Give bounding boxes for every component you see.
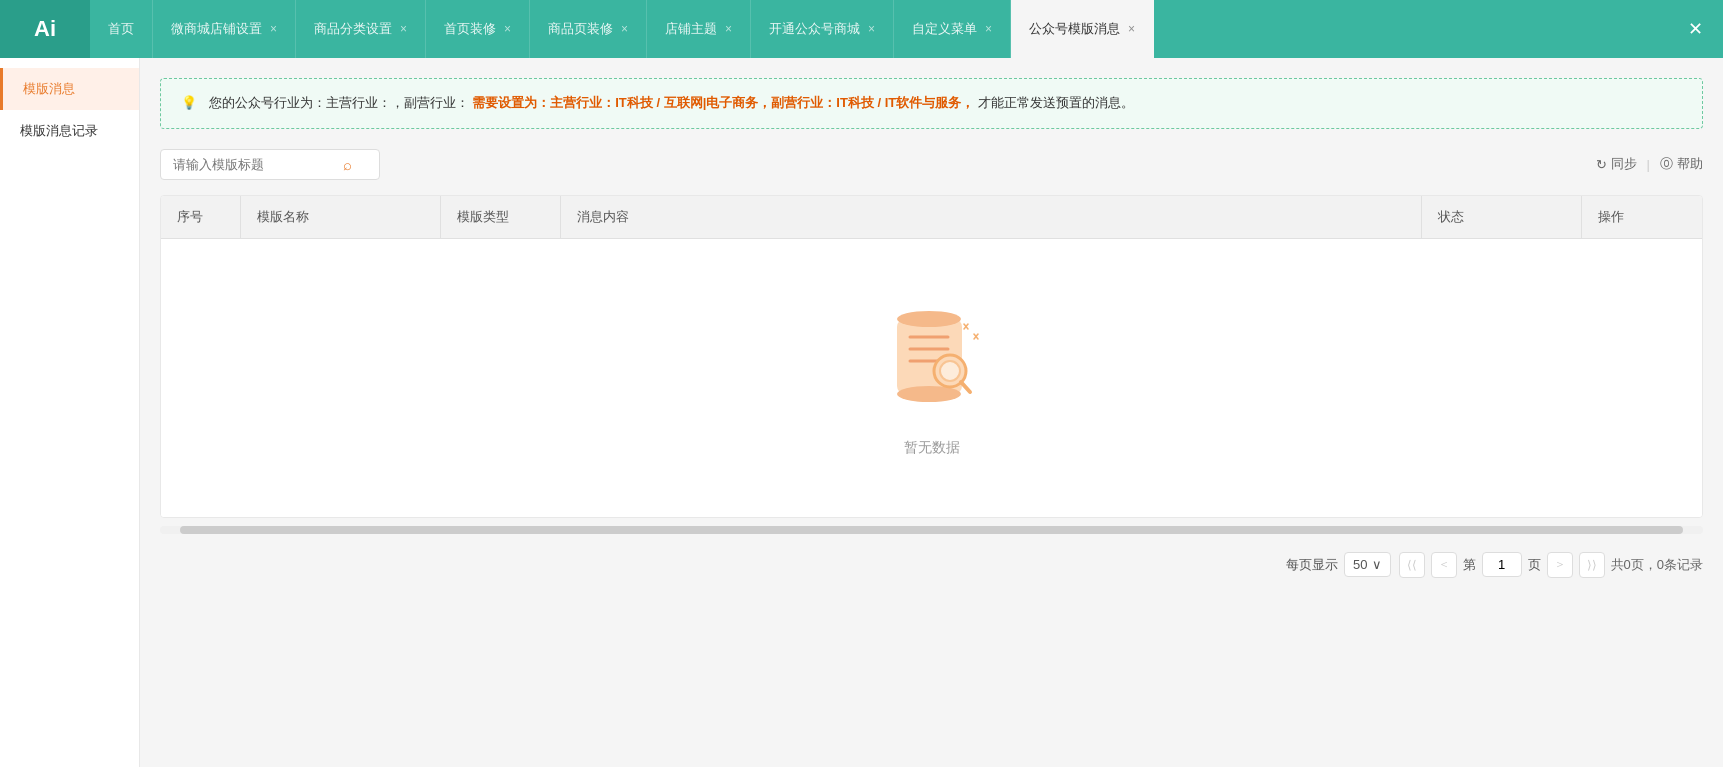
sidebar: 模版消息模版消息记录 [0,58,140,767]
sync-label: 同步 [1611,155,1637,173]
search-icon[interactable]: ⌕ [343,156,352,173]
empty-text: 暂无数据 [904,439,960,457]
empty-state: 暂无数据 [161,239,1702,517]
notice-box: 💡 您的公众号行业为：主营行业：，副营行业： 需要设置为：主营行业：IT科技 /… [160,78,1703,129]
nav-tab-close-custom-menu[interactable]: × [985,22,992,36]
nav-tab-close-home-decoration[interactable]: × [504,22,511,36]
sidebar-item-template-msg-record[interactable]: 模版消息记录 [0,110,139,152]
nav-tab-close-product-decoration[interactable]: × [621,22,628,36]
sync-button[interactable]: ↻ 同步 [1596,155,1637,173]
main-layout: 模版消息模版消息记录 💡 您的公众号行业为：主营行业：，副营行业： 需要设置为：… [0,58,1723,767]
col-type: 模版类型 [441,196,561,238]
nav-tab-close-open-mall[interactable]: × [868,22,875,36]
close-all-button[interactable]: ✕ [1668,18,1723,40]
nav-tab-label: 店铺主题 [665,20,717,38]
search-wrap: ⌕ [160,149,380,180]
pagination: 每页显示 50 ∨ ⟨⟨ ＜ 第 页 ＞ ⟩⟩ 共0页，0条记录 [160,542,1703,588]
nav-tab-template-msg[interactable]: 公众号模版消息 × [1011,0,1154,58]
sync-icon: ↻ [1596,157,1607,172]
nav-tab-open-mall[interactable]: 开通公众号商城 × [751,0,894,58]
page-label-pre: 第 [1463,556,1476,574]
nav-tabs: 首页微商城店铺设置×商品分类设置×首页装修×商品页装修×店铺主题×开通公众号商城… [90,0,1668,58]
page-size-dropdown[interactable]: 50 ∨ [1344,552,1390,577]
content-area: 💡 您的公众号行业为：主营行业：，副营行业： 需要设置为：主营行业：IT科技 /… [140,58,1723,767]
nav-tab-label: 公众号模版消息 [1029,20,1120,38]
toolbar-divider: | [1647,157,1650,172]
notice-highlight: 需要设置为：主营行业：IT科技 / 互联网|电子商务，副营行业：IT科技 / I… [472,95,974,110]
table-header: 序号 模版名称 模版类型 消息内容 状态 操作 [161,196,1702,239]
scrollbar-thumb [180,526,1683,534]
nav-tab-label: 微商城店铺设置 [171,20,262,38]
top-nav: Ai 首页微商城店铺设置×商品分类设置×首页装修×商品页装修×店铺主题×开通公众… [0,0,1723,58]
nav-tab-shop-theme[interactable]: 店铺主题 × [647,0,751,58]
notice-prefix: 您的公众号行业为：主营行业：，副营行业： [209,95,469,110]
notice-suffix: 才能正常发送预置的消息。 [978,95,1134,110]
search-bar: ⌕ ↻ 同步 | ⓪ 帮助 [160,149,1703,180]
nav-tab-product-decoration[interactable]: 商品页装修 × [530,0,647,58]
page-controls: ⟨⟨ ＜ 第 页 ＞ ⟩⟩ 共0页，0条记录 [1399,552,1703,578]
nav-tab-home-decoration[interactable]: 首页装修 × [426,0,530,58]
svg-point-8 [940,361,960,381]
nav-tab-label: 商品页装修 [548,20,613,38]
col-action: 操作 [1582,196,1702,238]
toolbar-right: ↻ 同步 | ⓪ 帮助 [1596,155,1703,173]
prev-page-button[interactable]: ＜ [1431,552,1457,578]
nav-tab-category-settings[interactable]: 商品分类设置 × [296,0,426,58]
page-number-input[interactable] [1482,552,1522,577]
empty-icon [872,299,992,419]
help-icon: ⓪ [1660,155,1673,173]
svg-point-2 [897,311,961,327]
nav-tab-close-shop-settings[interactable]: × [270,22,277,36]
sidebar-item-template-msg[interactable]: 模版消息 [0,68,139,110]
nav-tab-label: 开通公众号商城 [769,20,860,38]
svg-line-9 [961,382,970,392]
next-page-button[interactable]: ＞ [1547,552,1573,578]
help-label: 帮助 [1677,155,1703,173]
nav-tab-close-shop-theme[interactable]: × [725,22,732,36]
nav-tab-close-category-settings[interactable]: × [400,22,407,36]
help-button[interactable]: ⓪ 帮助 [1660,155,1703,173]
col-status: 状态 [1422,196,1582,238]
nav-tab-label: 自定义菜单 [912,20,977,38]
nav-tab-close-template-msg[interactable]: × [1128,22,1135,36]
total-info: 共0页，0条记录 [1611,556,1703,574]
col-content: 消息内容 [561,196,1422,238]
col-index: 序号 [161,196,241,238]
chevron-down-icon: ∨ [1372,557,1382,572]
table-scrollbar[interactable] [160,526,1703,534]
nav-tab-label: 商品分类设置 [314,20,392,38]
last-page-button[interactable]: ⟩⟩ [1579,552,1605,578]
page-size-select: 每页显示 50 ∨ [1286,552,1390,577]
nav-tab-shop-settings[interactable]: 微商城店铺设置 × [153,0,296,58]
nav-tab-custom-menu[interactable]: 自定义菜单 × [894,0,1011,58]
page-size-value: 50 [1353,557,1367,572]
col-name: 模版名称 [241,196,441,238]
first-page-button[interactable]: ⟨⟨ [1399,552,1425,578]
nav-tab-label: 首页装修 [444,20,496,38]
page-size-label: 每页显示 [1286,556,1338,574]
data-table: 序号 模版名称 模版类型 消息内容 状态 操作 [160,195,1703,518]
search-input[interactable] [173,157,343,172]
nav-tab-label: 首页 [108,20,134,38]
logo: Ai [0,0,90,58]
nav-tab-home[interactable]: 首页 [90,0,153,58]
notice-icon: 💡 [181,95,197,110]
page-label-post: 页 [1528,556,1541,574]
